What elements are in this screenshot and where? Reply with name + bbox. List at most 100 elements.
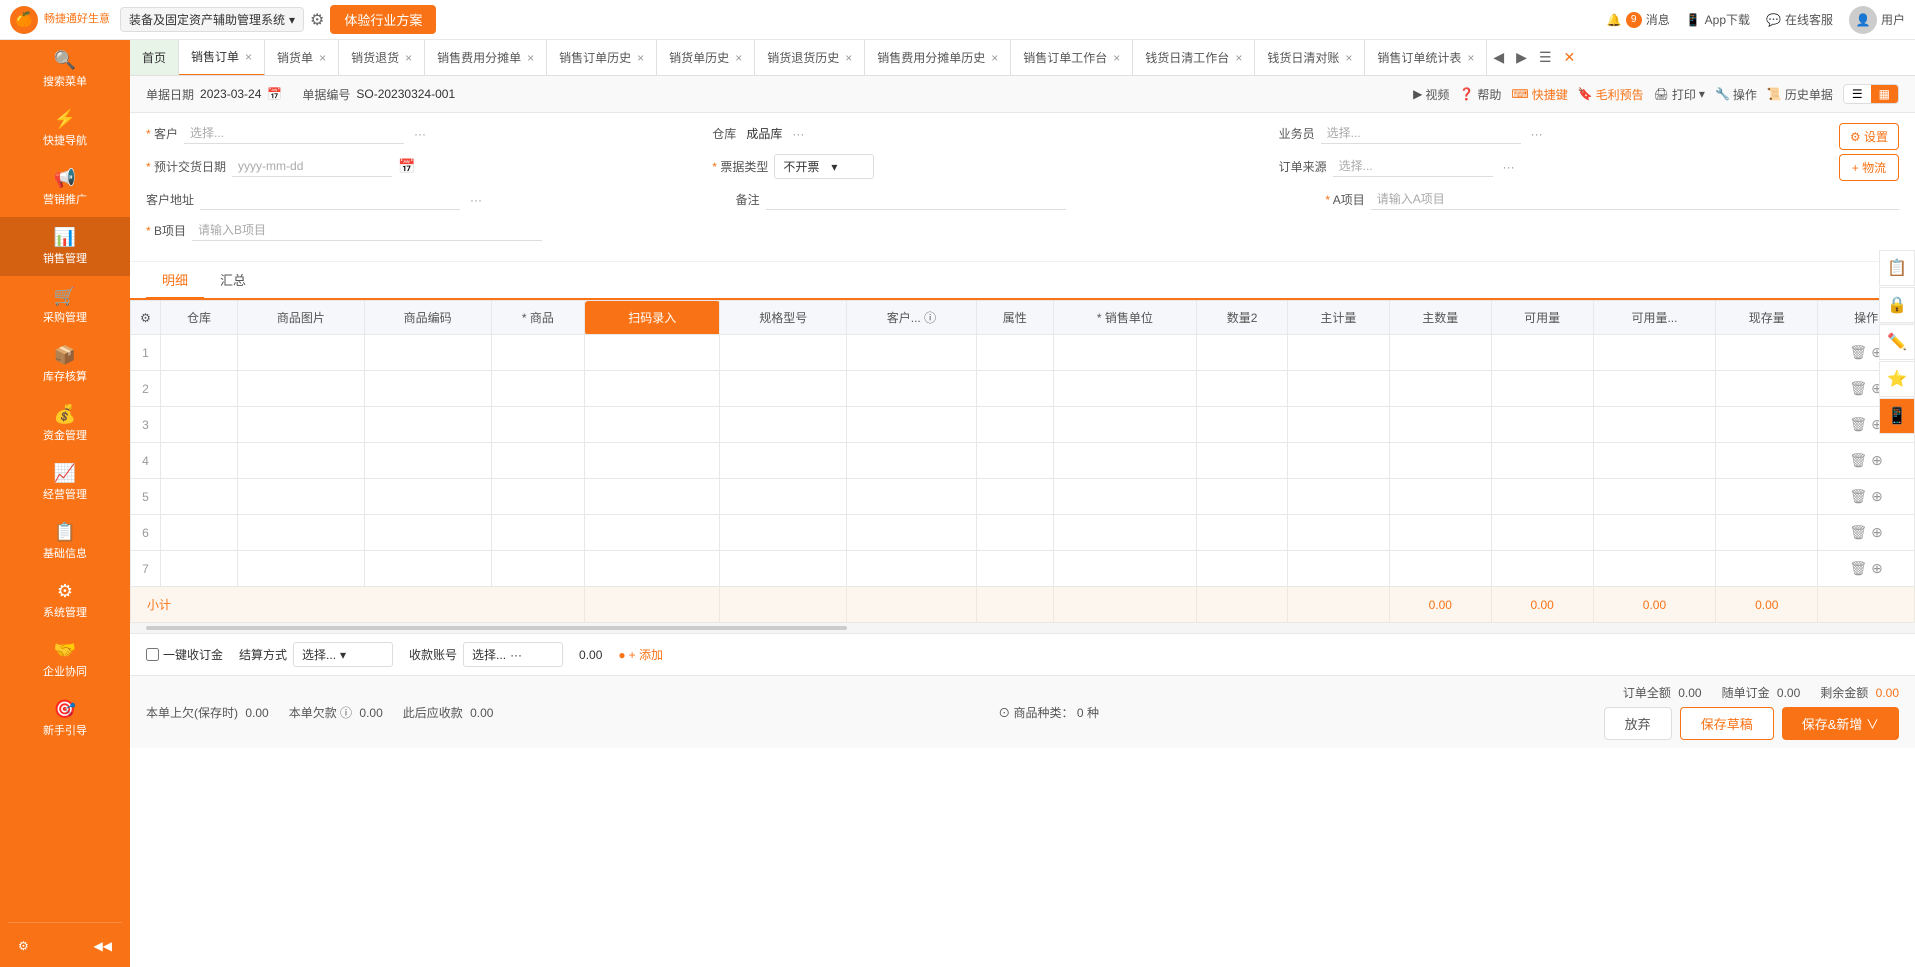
cell-warehouse[interactable] xyxy=(161,479,238,515)
float-settings-button[interactable]: ⚙ 设置 xyxy=(1839,123,1899,150)
sidebar-collapse-icon[interactable]: ◀◀ xyxy=(86,931,120,961)
print-action[interactable]: 🖨 打印 ▾ xyxy=(1654,86,1705,103)
tab-close-icon[interactable]: × xyxy=(735,51,742,65)
cell-customer-code[interactable] xyxy=(847,479,977,515)
cell-code[interactable] xyxy=(364,443,491,479)
right-icon-star[interactable]: ⭐ xyxy=(1879,361,1915,397)
tab-close-icon[interactable]: × xyxy=(637,51,644,65)
tab-close-icon[interactable]: × xyxy=(845,51,852,65)
address-dots-icon[interactable]: ··· xyxy=(470,193,482,207)
cell-warehouse[interactable] xyxy=(161,443,238,479)
tab-sales-return[interactable]: 销货退货 × xyxy=(339,40,425,76)
cell-customer-code[interactable] xyxy=(847,335,977,371)
cell-spec[interactable] xyxy=(720,479,847,515)
cell-customer-code[interactable] xyxy=(847,443,977,479)
online-service-item[interactable]: 💬 在线客服 xyxy=(1766,11,1833,28)
cell-warehouse[interactable] xyxy=(161,407,238,443)
cell-product[interactable] xyxy=(491,335,585,371)
cell-scan[interactable] xyxy=(585,515,720,551)
settings-icon[interactable]: ⚙ xyxy=(310,10,324,30)
save-new-button[interactable]: 保存&新增 ∨ xyxy=(1782,707,1899,740)
cell-customer-code[interactable] xyxy=(847,371,977,407)
cell-qty2[interactable] xyxy=(1197,551,1288,587)
right-icon-edit[interactable]: ✏️ xyxy=(1879,324,1915,360)
cell-code[interactable] xyxy=(364,371,491,407)
history-action[interactable]: 📜 历史单据 xyxy=(1767,86,1833,103)
shortcut-action[interactable]: ⌨ 快捷键 xyxy=(1511,86,1567,103)
cell-main-unit[interactable] xyxy=(1287,515,1389,551)
cell-warehouse[interactable] xyxy=(161,551,238,587)
tab-close-icon[interactable]: × xyxy=(1113,51,1120,65)
customer-dots-icon[interactable]: ··· xyxy=(414,127,426,141)
cell-available[interactable] xyxy=(1491,443,1593,479)
help-action[interactable]: ❓ 帮助 xyxy=(1459,86,1501,103)
tab-home[interactable]: 首页 xyxy=(130,40,179,76)
cell-code[interactable] xyxy=(364,479,491,515)
customer-input[interactable] xyxy=(184,123,404,144)
sidebar-item-finance[interactable]: 💰 资金管理 xyxy=(0,394,130,453)
cell-unit[interactable] xyxy=(1053,371,1196,407)
row-copy-btn[interactable]: ⊕ xyxy=(1871,524,1883,541)
list-view-btn[interactable]: ☰ xyxy=(1844,85,1871,103)
cell-available2[interactable] xyxy=(1593,371,1716,407)
cell-warehouse[interactable] xyxy=(161,371,238,407)
cell-qty2[interactable] xyxy=(1197,371,1288,407)
cell-image[interactable] xyxy=(237,407,364,443)
tab-return-history[interactable]: 销货退货历史 × xyxy=(755,40,865,76)
cell-customer-code[interactable] xyxy=(847,551,977,587)
cell-scan[interactable] xyxy=(585,407,720,443)
cell-qty2[interactable] xyxy=(1197,479,1288,515)
add-payment-btn[interactable]: ● + 添加 xyxy=(618,646,663,663)
cell-qty2[interactable] xyxy=(1197,407,1288,443)
payment-method-select[interactable]: 选择... ▾ xyxy=(293,642,393,667)
row-copy-btn[interactable]: ⊕ xyxy=(1871,452,1883,469)
row-delete-btn[interactable]: 🗑 xyxy=(1849,380,1867,397)
cell-available[interactable] xyxy=(1491,371,1593,407)
cell-stock[interactable] xyxy=(1716,371,1818,407)
sidebar-item-enterprise[interactable]: 🤝 企业协同 xyxy=(0,630,130,689)
cell-warehouse[interactable] xyxy=(161,515,238,551)
cell-qty2[interactable] xyxy=(1197,335,1288,371)
grid-view-btn[interactable]: ▦ xyxy=(1871,85,1898,103)
profit-action[interactable]: 🔖 毛利预告 xyxy=(1578,86,1644,103)
scrollbar-thumb[interactable] xyxy=(146,626,847,630)
right-icon-clipboard[interactable]: 📋 xyxy=(1879,250,1915,286)
row-delete-btn[interactable]: 🗑 xyxy=(1849,560,1867,577)
cell-stock[interactable] xyxy=(1716,479,1818,515)
tab-close-icon[interactable]: × xyxy=(319,51,326,65)
cell-spec[interactable] xyxy=(720,371,847,407)
tab-expense-history[interactable]: 销售费用分摊单历史 × xyxy=(865,40,1011,76)
cell-product[interactable] xyxy=(491,551,585,587)
tab-order-workbench[interactable]: 销售订单工作台 × xyxy=(1011,40,1133,76)
tab-cash-goods-account[interactable]: 钱货日清对账 × xyxy=(1255,40,1365,76)
cell-unit[interactable] xyxy=(1053,443,1196,479)
cell-main-qty[interactable] xyxy=(1389,335,1491,371)
sidebar-item-purchase[interactable]: 🛒 采购管理 xyxy=(0,276,130,335)
cell-unit[interactable] xyxy=(1053,515,1196,551)
delivery-input[interactable] xyxy=(232,156,392,177)
sidebar-item-marketing[interactable]: 📢 营销推广 xyxy=(0,158,130,217)
cell-main-unit[interactable] xyxy=(1287,335,1389,371)
notification-item[interactable]: 🔔 9 消息 xyxy=(1607,11,1670,28)
cell-image[interactable] xyxy=(237,515,364,551)
system-selector[interactable]: 装备及固定资产辅助管理系统 ▾ xyxy=(120,7,304,32)
cell-available2[interactable] xyxy=(1593,407,1716,443)
salesperson-input[interactable] xyxy=(1321,123,1521,144)
cell-main-qty[interactable] xyxy=(1389,371,1491,407)
cell-spec[interactable] xyxy=(720,551,847,587)
cell-scan[interactable] xyxy=(585,551,720,587)
warehouse-dots-icon[interactable]: ··· xyxy=(792,127,804,141)
notes-input[interactable] xyxy=(766,189,1066,210)
cell-available2[interactable] xyxy=(1593,515,1716,551)
one-key-checkbox[interactable] xyxy=(146,648,159,661)
cell-code[interactable] xyxy=(364,407,491,443)
tab-cash-goods-workbench[interactable]: 钱货日清工作台 × xyxy=(1133,40,1255,76)
th-scan[interactable]: 扫码录入 xyxy=(585,301,720,335)
cell-product[interactable] xyxy=(491,407,585,443)
cell-stock[interactable] xyxy=(1716,443,1818,479)
cell-main-unit[interactable] xyxy=(1287,479,1389,515)
cell-scan[interactable] xyxy=(585,335,720,371)
row-delete-btn[interactable]: 🗑 xyxy=(1849,452,1867,469)
cell-available[interactable] xyxy=(1491,479,1593,515)
cell-main-unit[interactable] xyxy=(1287,443,1389,479)
